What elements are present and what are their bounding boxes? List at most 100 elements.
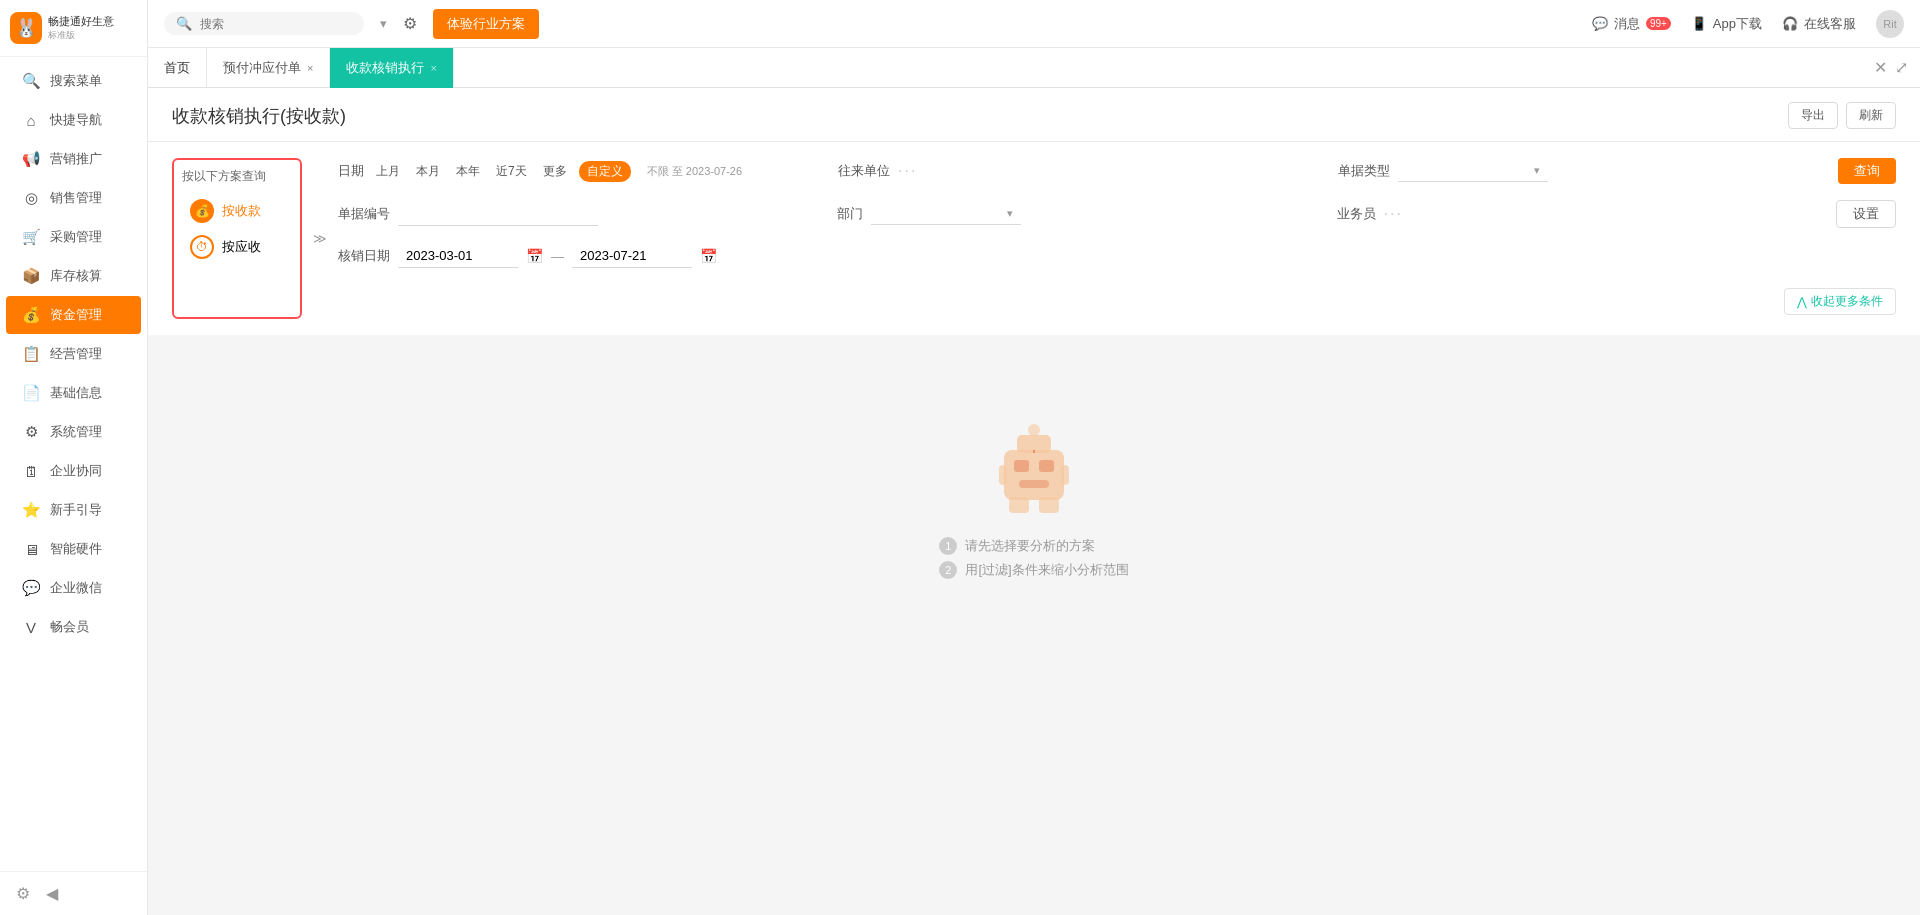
sidebar-nav: 🔍 搜索菜单 ⌂ 快捷导航 📢 营销推广 ◎ 销售管理 🛒 采购管理 📦 库存核… (0, 57, 147, 871)
nav-label: 资金管理 (50, 306, 102, 324)
date-field: 日期 上月 本月 本年 近7天 更多 自定义 不限 至 2023-07-26 (338, 161, 814, 182)
svg-rect-3 (1019, 480, 1049, 488)
nav-icon: 📄 (22, 384, 40, 402)
tip-text-1: 请先选择要分析的方案 (965, 537, 1095, 555)
sidebar-item-搜索菜单[interactable]: 🔍 搜索菜单 (6, 62, 141, 100)
expand-more-btn[interactable]: ⋀ 收起更多条件 (1784, 288, 1896, 315)
date-more-btn[interactable]: 更多 (539, 161, 571, 182)
date-last-month-btn[interactable]: 上月 (372, 161, 404, 182)
filter-option-by-collection[interactable]: 💰 按收款 (182, 193, 292, 229)
tip-text-2: 用[过滤]条件来缩小分析范围 (965, 561, 1128, 579)
search-input[interactable] (200, 17, 320, 31)
export-btn[interactable]: 导出 (1788, 102, 1838, 129)
nav-icon: ⌂ (22, 111, 40, 129)
tab-collection-close[interactable]: × (430, 62, 436, 74)
nav-label: 系统管理 (50, 423, 102, 441)
sidebar-item-企业协同[interactable]: 🗓 企业协同 (6, 452, 141, 490)
verify-date-field: 核销日期 📅 — 📅 (338, 244, 1105, 268)
counterparty-field: 往来单位 ··· (838, 162, 1314, 180)
nav-icon: ◎ (22, 189, 40, 207)
nav-icon: ⭐ (22, 501, 40, 519)
filter-form: 日期 上月 本月 本年 近7天 更多 自定义 不限 至 2023-07-26 (338, 158, 1896, 319)
date-this-month-btn[interactable]: 本月 (412, 161, 444, 182)
calendar-end-icon[interactable]: 📅 (700, 248, 717, 264)
settings-btn[interactable]: 设置 (1836, 200, 1896, 228)
verify-date-start-input[interactable] (398, 244, 518, 268)
sidebar-item-营销推广[interactable]: 📢 营销推广 (6, 140, 141, 178)
sidebar-item-销售管理[interactable]: ◎ 销售管理 (6, 179, 141, 217)
sidebar-item-企业微信[interactable]: 💬 企业微信 (6, 569, 141, 607)
collapse-sidebar-icon[interactable]: ◀‍‍ (46, 884, 58, 903)
sidebar-item-系统管理[interactable]: ⚙ 系统管理 (6, 413, 141, 451)
nav-icon: 📋 (22, 345, 40, 363)
date-range-hint: 不限 至 2023-07-26 (647, 164, 742, 179)
nav-label: 采购管理 (50, 228, 102, 246)
date-7days-btn[interactable]: 近7天 (492, 161, 531, 182)
bill-type-select[interactable]: ▾ (1398, 160, 1548, 182)
user-avatar[interactable]: Rit (1876, 10, 1904, 38)
sidebar-item-快捷导航[interactable]: ⌂ 快捷导航 (6, 101, 141, 139)
tabbar-actions: ✕ ⤢ (1874, 58, 1920, 77)
empty-tip-1: 1 请先选择要分析的方案 (939, 537, 1128, 555)
messages-group[interactable]: 💬 消息 99+ (1592, 15, 1671, 33)
tab-home[interactable]: 首页 (148, 48, 207, 88)
nav-label: 企业微信 (50, 579, 102, 597)
nav-label: 营销推广 (50, 150, 102, 168)
bill-type-field: 单据类型 ▾ (1338, 160, 1814, 182)
mobile-icon: 📱 (1691, 16, 1707, 31)
collapse-filter-btn[interactable]: ≫ (310, 158, 330, 319)
collection-icon: 💰 (190, 199, 214, 223)
verify-date-end-input[interactable] (572, 244, 692, 268)
nav-icon: ⚙ (22, 423, 40, 441)
filter-option-by-receivable[interactable]: ⏱ 按应收 (182, 229, 292, 265)
sidebar-item-资金管理[interactable]: 💰 资金管理 (6, 296, 141, 334)
query-btn[interactable]: 查询 (1838, 158, 1896, 184)
sidebar-item-库存核算[interactable]: 📦 库存核算 (6, 257, 141, 295)
settings-footer-icon[interactable]: ⚙ (16, 884, 30, 903)
nav-label: 新手引导 (50, 501, 102, 519)
gear-icon[interactable]: ⚙ (403, 14, 417, 33)
svg-rect-9 (1009, 497, 1029, 513)
bill-no-field: 单据编号 (338, 202, 813, 226)
sidebar-item-畅会员[interactable]: V 畅会员 (6, 608, 141, 646)
staff-dots-btn[interactable]: ··· (1384, 205, 1403, 223)
bill-no-input[interactable] (398, 202, 598, 226)
topbar-right: 💬 消息 99+ 📱 App下载 🎧 在线客服 Rit (1592, 10, 1904, 38)
app-edition: 标准版 (48, 29, 114, 42)
expand-window-icon[interactable]: ⤢ (1895, 58, 1908, 77)
nav-label: 智能硬件 (50, 540, 102, 558)
sidebar-item-经营管理[interactable]: 📋 经营管理 (6, 335, 141, 373)
app-download-group[interactable]: 📱 App下载 (1691, 15, 1762, 33)
nav-icon: 🔍 (22, 72, 40, 90)
tab-collection[interactable]: 收款核销执行 × (330, 48, 453, 88)
date-this-year-btn[interactable]: 本年 (452, 161, 484, 182)
svg-rect-0 (1004, 450, 1064, 500)
staff-field: 业务员 ··· (1337, 205, 1812, 223)
chevron-down-icon[interactable]: ▾ (380, 16, 387, 31)
sidebar-item-基础信息[interactable]: 📄 基础信息 (6, 374, 141, 412)
date-custom-btn[interactable]: 自定义 (579, 161, 631, 182)
sidebar-item-智能硬件[interactable]: 🖥 智能硬件 (6, 530, 141, 568)
online-service-group[interactable]: 🎧 在线客服 (1782, 15, 1856, 33)
counterparty-dots-btn[interactable]: ··· (898, 162, 917, 180)
headset-icon: 🎧 (1782, 16, 1798, 31)
expand-icon: ⋀ (1797, 295, 1807, 309)
refresh-btn[interactable]: 刷新 (1846, 102, 1896, 129)
tab-prepay[interactable]: 预付冲应付单 × (207, 48, 330, 88)
svg-rect-4 (999, 465, 1007, 485)
tab-prepay-close[interactable]: × (307, 62, 313, 74)
search-box[interactable]: 🔍 (164, 12, 364, 35)
filter-option-receivable-label: 按应收 (222, 238, 261, 256)
calendar-start-icon[interactable]: 📅 (526, 248, 543, 264)
sidebar-item-采购管理[interactable]: 🛒 采购管理 (6, 218, 141, 256)
industry-btn[interactable]: 体验行业方案 (433, 9, 539, 39)
dept-select[interactable]: ▾ (871, 203, 1021, 225)
sidebar-item-新手引导[interactable]: ⭐ 新手引导 (6, 491, 141, 529)
svg-point-8 (1028, 424, 1040, 436)
close-window-icon[interactable]: ✕ (1874, 58, 1887, 77)
nav-label: 畅会员 (50, 618, 89, 636)
filter-option-collection-label: 按收款 (222, 202, 261, 220)
page-header: 收款核销执行(按收款) 导出 刷新 (148, 88, 1920, 142)
chevron-down-icon: ▾ (1534, 164, 1540, 177)
svg-rect-10 (1039, 497, 1059, 513)
